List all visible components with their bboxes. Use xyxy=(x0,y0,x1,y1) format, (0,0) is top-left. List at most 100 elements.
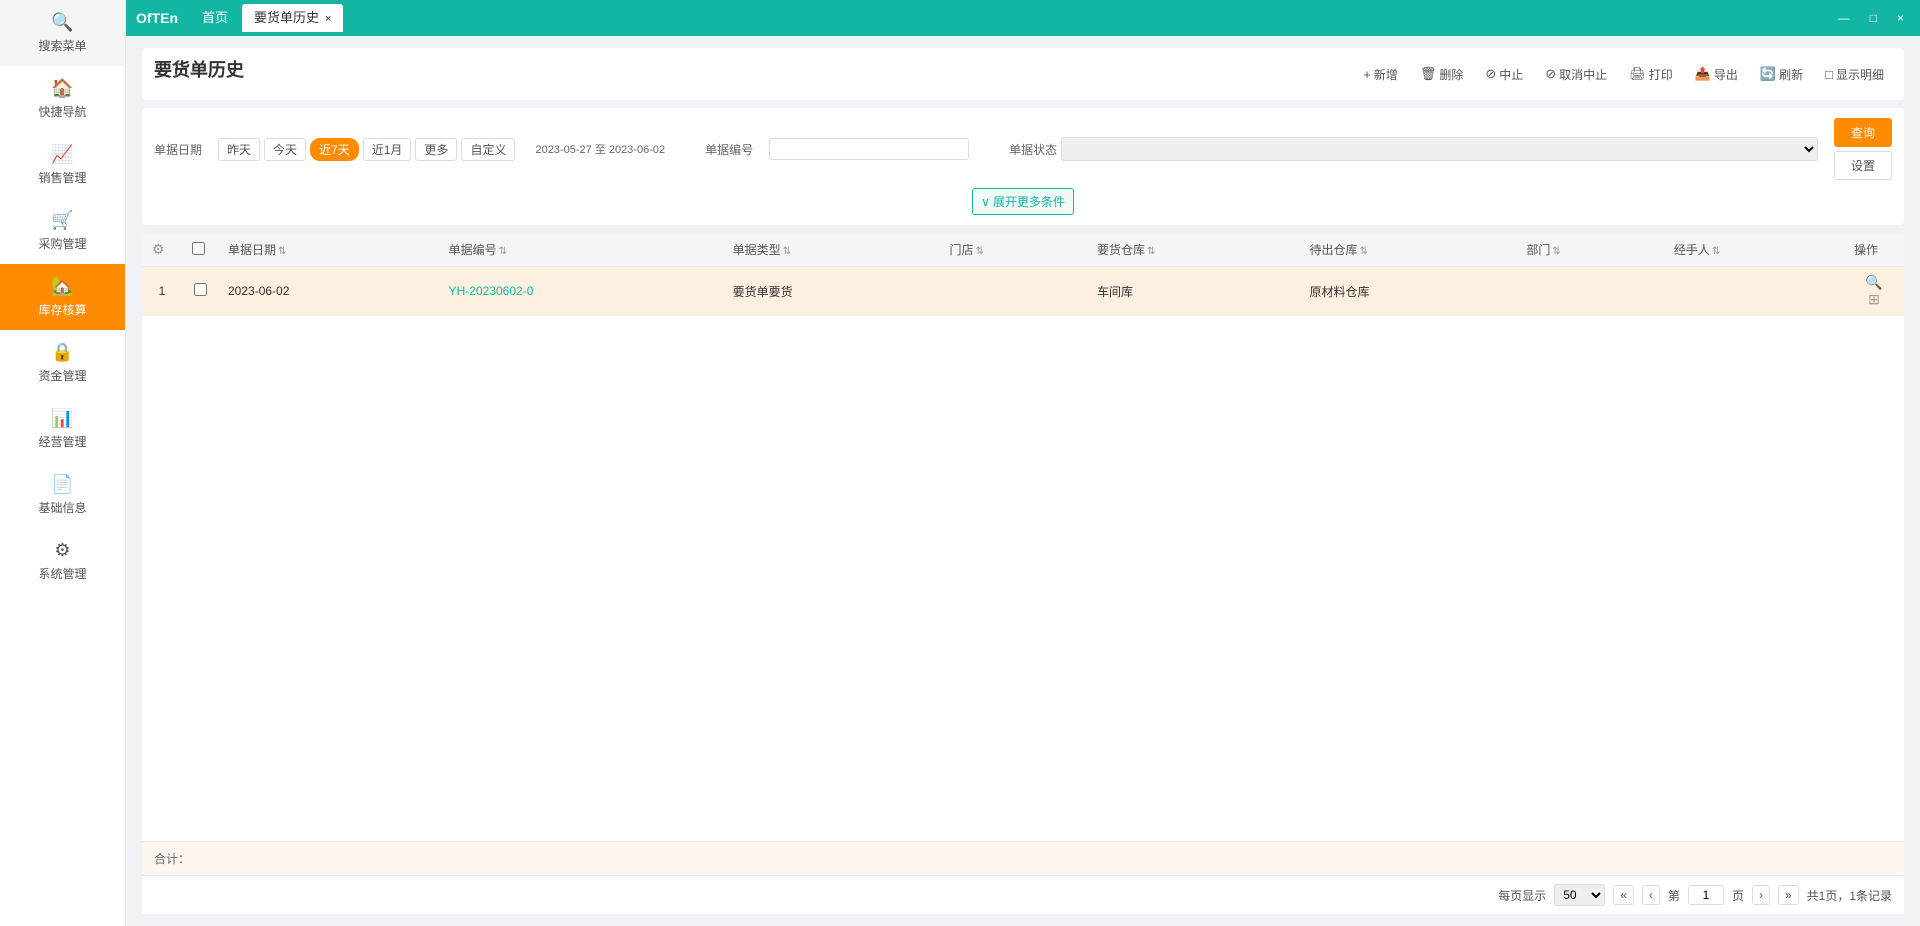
suspend-icon: ⊘ xyxy=(1485,66,1496,82)
view-icon[interactable]: 🔍 xyxy=(1865,274,1882,290)
refresh-icon: 🔄 xyxy=(1760,66,1776,82)
sort-icon-date: ⇅ xyxy=(278,246,286,257)
sort-icon-doc_no: ⇅ xyxy=(499,246,507,257)
main-container: OfTEn 首页要货单历史× — □ × 要货单历史 +新增🗑删除⊘中止⊘取消中… xyxy=(126,0,1920,926)
sidebar-item-search-menu[interactable]: 🔍搜索菜单 xyxy=(0,0,125,66)
sidebar-item-quick-nav[interactable]: 🏠快捷导航 xyxy=(0,66,125,132)
window-controls: — □ × xyxy=(1832,11,1910,25)
date-btn-last7days[interactable]: 近7天 xyxy=(310,138,359,161)
date-filter-label: 单据日期 xyxy=(154,141,202,158)
table-row: 1 2023-06-02 YH-20230602-0 要货单要货 车间库 原材料… xyxy=(142,267,1904,316)
row-dept xyxy=(1516,267,1663,316)
content-area: 要货单历史 +新增🗑删除⊘中止⊘取消中止🖨打印📤导出🔄刷新□显示明细 单据日期 … xyxy=(126,36,1920,926)
sidebar-item-finance-mgmt[interactable]: 🔒资金管理 xyxy=(0,330,125,396)
pagination: 每页显示 50 100 200 « ‹ 第 页 › » 共1页，1条记录 xyxy=(142,875,1904,914)
col-header-doc_no[interactable]: 单据编号⇅ xyxy=(439,233,723,267)
tab-home[interactable]: 首页 xyxy=(190,4,240,32)
brand-logo: OfTEn xyxy=(136,10,178,26)
maximize-btn[interactable]: □ xyxy=(1864,11,1883,25)
refresh-button[interactable]: 🔄刷新 xyxy=(1752,62,1811,87)
sys-mgmt-icon: ⚙ xyxy=(54,540,70,561)
data-table-wrap: ⚙ 单据日期⇅单据编号⇅单据类型⇅门店⇅要货仓库⇅待出仓库⇅部门⇅经手人⇅操作 1… xyxy=(142,233,1904,875)
search-menu-icon: 🔍 xyxy=(51,12,73,33)
delete-button[interactable]: 🗑删除 xyxy=(1412,62,1472,87)
col-header-pending_warehouse[interactable]: 待出仓库⇅ xyxy=(1300,233,1517,267)
sort-icon-req_warehouse: ⇅ xyxy=(1147,246,1155,257)
page-label: 第 xyxy=(1668,887,1680,904)
export-button[interactable]: 📤导出 xyxy=(1687,62,1746,87)
col-header-date[interactable]: 单据日期⇅ xyxy=(218,233,439,267)
select-all-checkbox[interactable] xyxy=(192,242,205,255)
toolbar: +新增🗑删除⊘中止⊘取消中止🖨打印📤导出🔄刷新□显示明细 xyxy=(1355,62,1892,87)
doc-status-select[interactable] xyxy=(1061,137,1818,161)
close-btn[interactable]: × xyxy=(1891,11,1910,25)
row-handler xyxy=(1664,267,1844,316)
row-doc-type: 要货单要货 xyxy=(723,267,940,316)
date-range-display: 2023-05-27 至 2023-06-02 xyxy=(535,141,665,157)
next-page-btn[interactable]: › xyxy=(1752,885,1770,905)
filter-area: 单据日期 昨天今天近7天近1月更多自定义 2023-05-27 至 2023-0… xyxy=(142,108,1904,225)
delete-icon: 🗑 xyxy=(1420,66,1437,82)
sidebar-item-purchase-mgmt[interactable]: 🛒采购管理 xyxy=(0,198,125,264)
sales-mgmt-icon: 📈 xyxy=(51,144,73,165)
page-input[interactable] xyxy=(1688,885,1724,905)
page-unit: 页 xyxy=(1732,887,1744,904)
sidebar: 🔍搜索菜单🏠快捷导航📈销售管理🛒采购管理🏡库存核算🔒资金管理📊经营管理📄基础信息… xyxy=(0,0,126,926)
purchase-mgmt-icon: 🛒 xyxy=(51,210,73,231)
table-settings-icon[interactable]: ⚙ xyxy=(152,241,165,257)
basic-info-icon: 📄 xyxy=(51,474,73,495)
row-pending-warehouse: 原材料仓库 xyxy=(1300,267,1517,316)
page-title: 要货单历史 xyxy=(154,56,244,82)
col-header-ops: 操作 xyxy=(1844,233,1904,267)
tab-close-requisition-history[interactable]: × xyxy=(325,13,331,25)
export-icon: 📤 xyxy=(1695,66,1711,82)
page-size-select[interactable]: 50 100 200 xyxy=(1554,884,1605,906)
doc-status-wrap: 单据状态 xyxy=(1009,137,1818,161)
ops-mgmt-icon: 📊 xyxy=(51,408,73,429)
sidebar-item-inventory[interactable]: 🏡库存核算 xyxy=(0,264,125,330)
col-header-handler[interactable]: 经手人⇅ xyxy=(1664,233,1844,267)
inventory-icon: 🏡 xyxy=(51,276,73,297)
search-button[interactable]: 查询 xyxy=(1834,118,1892,147)
page-size-label: 每页显示 xyxy=(1498,887,1546,904)
row-doc-no[interactable]: YH-20230602-0 xyxy=(439,267,723,316)
sort-icon-doc_type: ⇅ xyxy=(783,246,791,257)
show-detail-icon: □ xyxy=(1825,67,1833,82)
top-nav: OfTEn 首页要货单历史× — □ × xyxy=(126,0,1920,36)
row-checkbox[interactable] xyxy=(194,283,207,296)
prev-page-btn[interactable]: ‹ xyxy=(1642,885,1660,905)
date-btn-custom[interactable]: 自定义 xyxy=(461,138,515,161)
sidebar-item-basic-info[interactable]: 📄基础信息 xyxy=(0,462,125,528)
date-btn-last1month[interactable]: 近1月 xyxy=(363,138,412,161)
date-btn-today[interactable]: 今天 xyxy=(264,138,306,161)
table-footer: 合计： xyxy=(142,841,1904,875)
cancel-suspend-button[interactable]: ⊘取消中止 xyxy=(1537,62,1615,87)
tab-requisition-history[interactable]: 要货单历史× xyxy=(242,4,343,32)
expand-filter-button[interactable]: ∨ 展开更多条件 xyxy=(972,188,1074,215)
sidebar-item-sales-mgmt[interactable]: 📈销售管理 xyxy=(0,132,125,198)
date-btn-more[interactable]: 更多 xyxy=(415,138,457,161)
date-filter-buttons: 昨天今天近7天近1月更多自定义 xyxy=(218,138,515,161)
doc-number-input[interactable] xyxy=(769,138,969,160)
sidebar-item-ops-mgmt[interactable]: 📊经营管理 xyxy=(0,396,125,462)
sidebar-item-sys-mgmt[interactable]: ⚙系统管理 xyxy=(0,528,125,594)
minimize-btn[interactable]: — xyxy=(1832,11,1856,25)
col-header-store[interactable]: 门店⇅ xyxy=(939,233,1086,267)
settings-button[interactable]: 设置 xyxy=(1834,151,1892,180)
data-table: ⚙ 单据日期⇅单据编号⇅单据类型⇅门店⇅要货仓库⇅待出仓库⇅部门⇅经手人⇅操作 1… xyxy=(142,233,1904,316)
col-header-req_warehouse[interactable]: 要货仓库⇅ xyxy=(1087,233,1300,267)
date-btn-yesterday[interactable]: 昨天 xyxy=(218,138,260,161)
new-button[interactable]: +新增 xyxy=(1355,62,1406,87)
last-page-btn[interactable]: » xyxy=(1778,885,1799,905)
col-header-doc_type[interactable]: 单据类型⇅ xyxy=(723,233,940,267)
doc-no-link[interactable]: YH-20230602-0 xyxy=(449,284,534,298)
first-page-btn[interactable]: « xyxy=(1613,885,1634,905)
print-icon: 🖨 xyxy=(1629,66,1646,82)
print-button[interactable]: 🖨打印 xyxy=(1621,62,1681,87)
edit-icon[interactable]: ⊞ xyxy=(1868,291,1880,307)
show-detail-button[interactable]: □显示明细 xyxy=(1817,62,1892,87)
total-info: 共1页，1条记录 xyxy=(1807,887,1892,904)
doc-status-label: 单据状态 xyxy=(1009,141,1057,158)
col-header-dept[interactable]: 部门⇅ xyxy=(1516,233,1663,267)
suspend-button[interactable]: ⊘中止 xyxy=(1477,62,1531,87)
